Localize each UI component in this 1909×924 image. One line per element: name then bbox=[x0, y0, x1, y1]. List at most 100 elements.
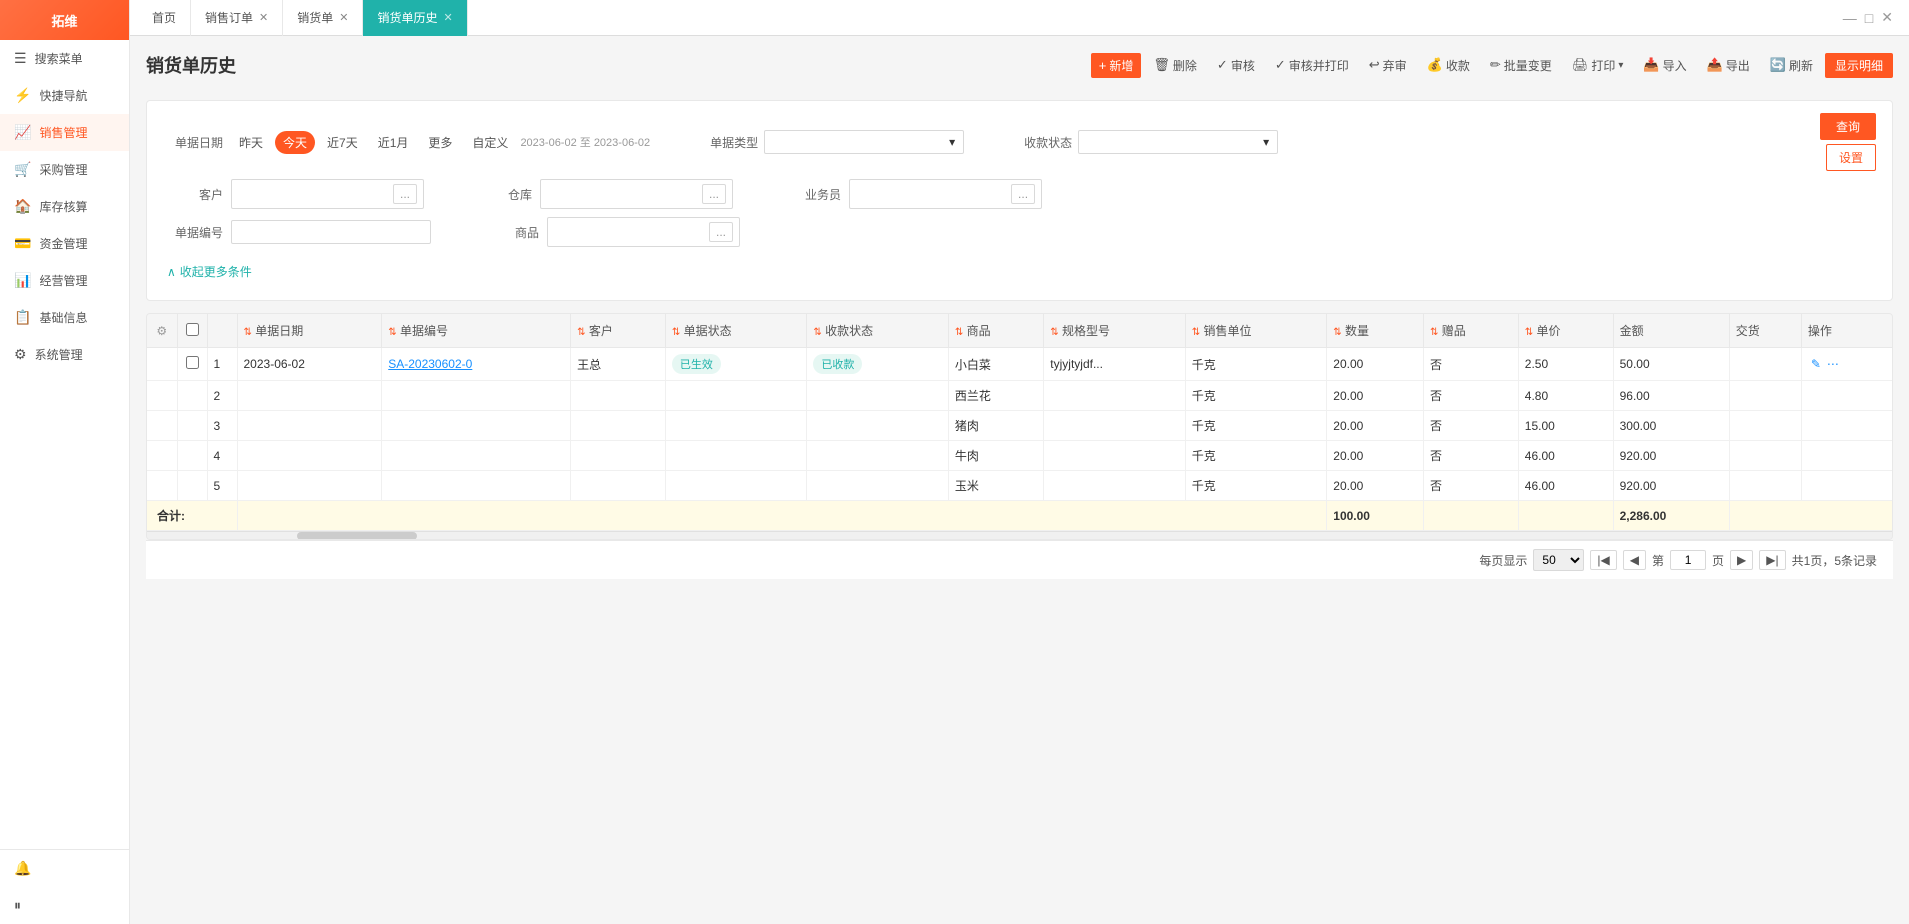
row-customer bbox=[571, 471, 666, 501]
maximize-btn[interactable]: □ bbox=[1865, 10, 1873, 26]
minimize-btn[interactable]: — bbox=[1843, 10, 1857, 26]
date-btn-more[interactable]: 更多 bbox=[420, 131, 460, 154]
last-page-button[interactable]: ▶| bbox=[1759, 550, 1785, 570]
warehouse-input[interactable]: ... bbox=[540, 179, 733, 209]
date-btn-month1[interactable]: 近1月 bbox=[370, 131, 417, 154]
customer-field[interactable] bbox=[238, 187, 393, 201]
tab-home[interactable]: 首页 bbox=[138, 0, 191, 36]
col-collect-status[interactable]: ⇅ 收款状态 bbox=[807, 314, 949, 348]
tab-sales-goods[interactable]: 销货单 ✕ bbox=[283, 0, 363, 36]
col-unit-price[interactable]: ⇅ 单价 bbox=[1518, 314, 1613, 348]
row-quantity: 20.00 bbox=[1327, 348, 1424, 381]
display-button[interactable]: 显示明细 bbox=[1825, 53, 1893, 78]
sidebar-item-inventory-calc[interactable]: 🏠 库存核算 bbox=[0, 188, 129, 225]
batch-change-button[interactable]: ✏ 批量变更 bbox=[1482, 53, 1560, 78]
abandon-button[interactable]: ↩ 弃审 bbox=[1361, 53, 1415, 78]
col-customer[interactable]: ⇅ 客户 bbox=[571, 314, 666, 348]
row-doc-status bbox=[665, 381, 807, 411]
sidebar-item-search-menu[interactable]: ☰ 搜索菜单 bbox=[0, 40, 129, 77]
doc-no-input[interactable] bbox=[231, 220, 431, 244]
delete-button[interactable]: 🗑 删除 bbox=[1145, 53, 1205, 78]
query-button[interactable]: 查询 bbox=[1820, 113, 1876, 140]
collect-icon: 💰 bbox=[1427, 57, 1443, 73]
tab-sales-history[interactable]: 销货单历史 ✕ bbox=[363, 0, 467, 36]
goods-field[interactable] bbox=[554, 225, 709, 239]
sidebar-bottom-item1[interactable]: 🔔 bbox=[0, 850, 129, 887]
more-action-btn[interactable]: ⋯ bbox=[1824, 357, 1842, 371]
tab-sales-history-close[interactable]: ✕ bbox=[444, 11, 453, 24]
row-sales-unit: 千克 bbox=[1185, 471, 1327, 501]
col-settings[interactable]: ⚙ bbox=[147, 314, 177, 348]
row-delivery bbox=[1729, 411, 1801, 441]
export-button[interactable]: 📤 导出 bbox=[1699, 53, 1758, 78]
close-btn[interactable]: ✕ bbox=[1881, 9, 1893, 26]
date-btn-today[interactable]: 今天 bbox=[275, 131, 315, 154]
refresh-button[interactable]: 🔄 刷新 bbox=[1762, 53, 1821, 78]
col-gift[interactable]: ⇅ 赠品 bbox=[1423, 314, 1518, 348]
salesperson-field[interactable] bbox=[856, 187, 1011, 201]
prev-page-button[interactable]: ◀ bbox=[1623, 550, 1646, 570]
sidebar-item-quick-nav[interactable]: ⚡ 快捷导航 bbox=[0, 77, 129, 114]
review-print-button[interactable]: ✓ 审核并打印 bbox=[1267, 53, 1357, 78]
salesperson-ellipsis[interactable]: ... bbox=[1011, 184, 1035, 204]
warehouse-field[interactable] bbox=[547, 187, 702, 201]
table-row: 2 西兰花 千克 20.00 否 4.80 96.00 bbox=[147, 381, 1892, 411]
collect-button[interactable]: 💰 收款 bbox=[1419, 53, 1478, 78]
doc-type-label: 单据类型 bbox=[698, 134, 758, 151]
col-doc-status[interactable]: ⇅ 单据状态 bbox=[665, 314, 807, 348]
customer-ellipsis[interactable]: ... bbox=[393, 184, 417, 204]
sidebar-item-purchase-mgmt[interactable]: 🛒 采购管理 bbox=[0, 151, 129, 188]
col-sales-unit[interactable]: ⇅ 销售单位 bbox=[1185, 314, 1327, 348]
customer-input[interactable]: ... bbox=[231, 179, 424, 209]
row-quantity: 20.00 bbox=[1327, 411, 1424, 441]
select-all-checkbox[interactable] bbox=[186, 323, 199, 336]
edit-action-btn[interactable]: ✎ bbox=[1808, 357, 1824, 371]
col-goods[interactable]: ⇅ 商品 bbox=[948, 314, 1043, 348]
sidebar-bottom-item2[interactable]: ⏸ bbox=[0, 887, 129, 924]
collect-status-select[interactable]: ▾ bbox=[1078, 130, 1278, 154]
row-doc-date bbox=[237, 471, 382, 501]
first-page-button[interactable]: |◀ bbox=[1590, 550, 1616, 570]
row-quantity: 20.00 bbox=[1327, 471, 1424, 501]
date-btn-custom[interactable]: 自定义 bbox=[464, 131, 516, 154]
page-number-input[interactable] bbox=[1670, 550, 1706, 570]
scrollbar-thumb[interactable] bbox=[297, 532, 417, 540]
import-button[interactable]: 📥 导入 bbox=[1635, 53, 1694, 78]
print-button[interactable]: 🖨 打印 ▾ bbox=[1564, 53, 1632, 78]
col-spec[interactable]: ⇅ 规格型号 bbox=[1044, 314, 1186, 348]
col-doc-date[interactable]: ⇅ 单据日期 bbox=[237, 314, 382, 348]
tab-sales-order[interactable]: 销售订单 ✕ bbox=[191, 0, 283, 36]
row-doc-no bbox=[382, 441, 571, 471]
sidebar-item-sys-mgmt[interactable]: ⚙ 系统管理 bbox=[0, 336, 129, 373]
warehouse-ellipsis[interactable]: ... bbox=[702, 184, 726, 204]
col-quantity[interactable]: ⇅ 数量 bbox=[1327, 314, 1424, 348]
review-button[interactable]: ✓ 审核 bbox=[1209, 53, 1263, 78]
new-button[interactable]: + 新增 bbox=[1091, 53, 1142, 78]
row-settings bbox=[147, 381, 177, 411]
tab-sales-order-close[interactable]: ✕ bbox=[259, 11, 268, 24]
doc-no-link[interactable]: SA-20230602-0 bbox=[388, 357, 472, 371]
page-label: 第 bbox=[1652, 552, 1664, 569]
goods-ellipsis[interactable]: ... bbox=[709, 222, 733, 242]
date-btn-week7[interactable]: 近7天 bbox=[319, 131, 366, 154]
row-checkbox[interactable] bbox=[186, 356, 199, 369]
sidebar-item-fund-mgmt[interactable]: 💳 资金管理 bbox=[0, 225, 129, 262]
row-collect-status bbox=[807, 381, 949, 411]
per-page-select[interactable]: 10 20 50 100 bbox=[1533, 549, 1584, 571]
col-doc-no[interactable]: ⇅ 单据编号 bbox=[382, 314, 571, 348]
next-page-button[interactable]: ▶ bbox=[1730, 550, 1753, 570]
row-checkbox-cell bbox=[177, 441, 207, 471]
table-header-row: ⚙ ⇅ 单据日期 ⇅ 单据编号 ⇅ 客户 ⇅ 单据状态 ⇅ 收款状态 ⇅ 商品 … bbox=[147, 314, 1892, 348]
sidebar-item-label: 资金管理 bbox=[39, 235, 87, 252]
sidebar-item-sales-mgmt[interactable]: 📈 销售管理 bbox=[0, 114, 129, 151]
salesperson-input[interactable]: ... bbox=[849, 179, 1042, 209]
horizontal-scrollbar[interactable] bbox=[147, 531, 1892, 539]
date-btn-yesterday[interactable]: 昨天 bbox=[231, 131, 271, 154]
goods-input[interactable]: ... bbox=[547, 217, 740, 247]
sidebar-item-basic-info[interactable]: 📋 基础信息 bbox=[0, 299, 129, 336]
sidebar-item-ops-mgmt[interactable]: 📊 经营管理 bbox=[0, 262, 129, 299]
tab-sales-goods-close[interactable]: ✕ bbox=[339, 11, 348, 24]
settings-button[interactable]: 设置 bbox=[1826, 144, 1876, 171]
doc-type-select[interactable]: ▾ bbox=[764, 130, 964, 154]
collapse-button[interactable]: ∧ 收起更多条件 bbox=[167, 263, 1872, 280]
